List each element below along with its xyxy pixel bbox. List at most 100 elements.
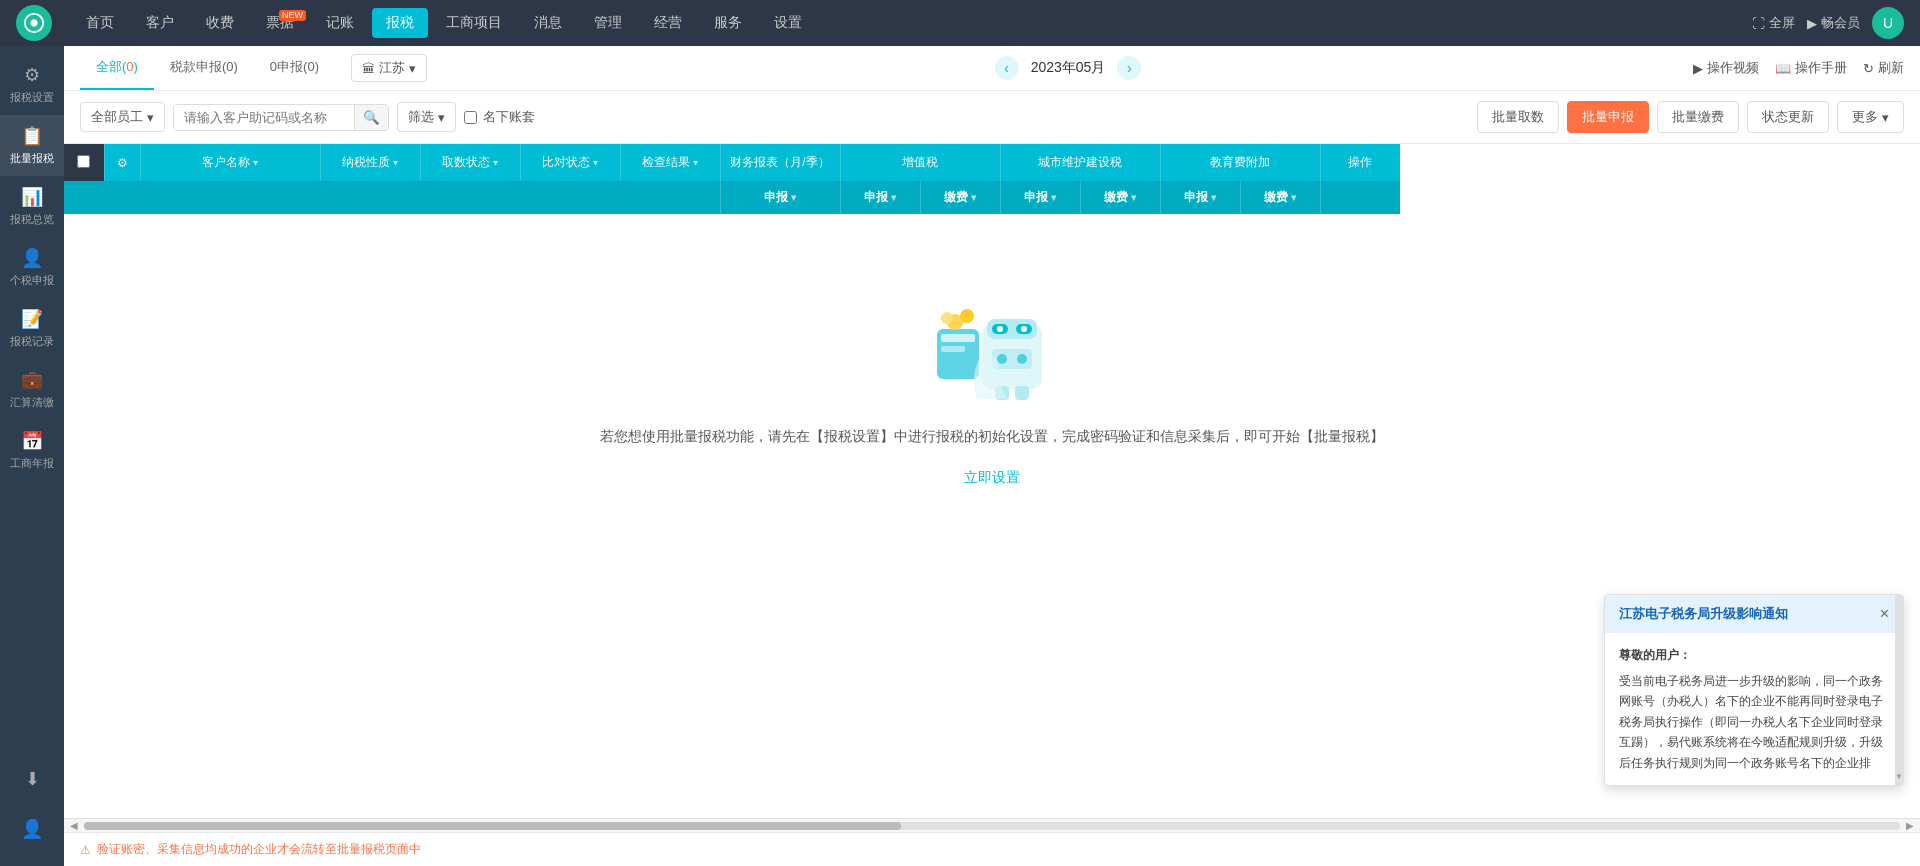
tax-records-icon: 📝	[21, 308, 43, 330]
sidebar-item-tax-records[interactable]: 📝 报税记录	[0, 298, 64, 359]
robot-svg	[927, 274, 1057, 404]
toolbar: 全部员工 ▾ 🔍 筛选 ▾ 名下账套 批量取数 批量申报 批量缴费 状态更新 更…	[64, 91, 1920, 144]
city-pay-sub[interactable]: 缴费 ▾	[1080, 181, 1160, 214]
chevron-down-icon: ▾	[438, 110, 445, 125]
filter-button[interactable]: 筛选 ▾	[397, 102, 456, 132]
scroll-left-button[interactable]: ◀	[68, 820, 80, 831]
scroll-track[interactable]	[84, 822, 1900, 830]
nav-invoice[interactable]: 票据 NEW	[252, 8, 308, 38]
vat-declare-sub[interactable]: 申报 ▾	[840, 181, 920, 214]
employee-filter[interactable]: 全部员工 ▾	[80, 102, 165, 132]
batch-pay-button[interactable]: 批量缴费	[1657, 101, 1739, 133]
nav-settings[interactable]: 设置	[760, 8, 816, 38]
chevron-down-icon: ▾	[147, 110, 154, 125]
nav-client[interactable]: 客户	[132, 8, 188, 38]
edu-pay-sub[interactable]: 缴费 ▾	[1240, 181, 1320, 214]
checkbox-col[interactable]	[64, 144, 104, 181]
sort-icon: ▾	[253, 157, 258, 168]
tab-tax-declare[interactable]: 税款申报(0)	[154, 46, 254, 90]
status-update-button[interactable]: 状态更新	[1747, 101, 1829, 133]
search-button[interactable]: 🔍	[354, 105, 388, 130]
sort-icon: ▾	[791, 192, 796, 203]
operation-manual-link[interactable]: 📖 操作手册	[1775, 59, 1847, 77]
scroll-right-button[interactable]: ▶	[1904, 820, 1916, 831]
bottom-bar: ⚠ 验证账密、采集信息均成功的企业才会流转至批量报税页面中	[64, 832, 1920, 866]
sidebar-bottom: ⬇ 👤	[17, 758, 47, 866]
nav-home[interactable]: 首页	[72, 8, 128, 38]
top-nav-right: ⛶ 全屏 ▶ 畅会员 U	[1752, 7, 1904, 39]
operation-video-link[interactable]: ▶ 操作视频	[1693, 59, 1759, 77]
svg-rect-2	[941, 346, 965, 352]
personal-tax-icon: 👤	[21, 247, 43, 269]
compare-status-header[interactable]: 比对状态 ▾	[520, 144, 620, 181]
nav-service[interactable]: 服务	[700, 8, 756, 38]
horizontal-scrollbar[interactable]: ◀ ▶	[64, 818, 1920, 832]
sidebar-profile[interactable]: 👤	[17, 808, 47, 850]
notif-scroll-bar[interactable]: ▼	[1895, 595, 1903, 785]
notification-greeting: 尊敬的用户：	[1619, 645, 1889, 665]
nav-bookkeeping[interactable]: 记账	[312, 8, 368, 38]
empty-state-text: 若您想使用批量报税功能，请先在【报税设置】中进行报税的初始化设置，完成密码验证和…	[600, 424, 1384, 449]
notification-close-button[interactable]: ×	[1880, 606, 1889, 622]
svg-rect-16	[1015, 386, 1029, 400]
sort-icon: ▾	[693, 157, 698, 168]
fullscreen-button[interactable]: ⛶ 全屏	[1752, 14, 1795, 32]
sidebar-item-personal-tax[interactable]: 👤 个税申报	[0, 237, 64, 298]
scroll-down-icon: ▼	[1895, 772, 1903, 781]
nav-fee[interactable]: 收费	[192, 8, 248, 38]
search-wrap: 🔍	[173, 104, 389, 131]
sidebar-item-batch-tax[interactable]: 📋 批量报税	[0, 115, 64, 176]
select-all-checkbox[interactable]	[77, 155, 90, 168]
financial-declare-sub[interactable]: 申报 ▾	[720, 181, 840, 214]
scroll-thumb[interactable]	[84, 822, 901, 830]
notification-text: 受当前电子税务局进一步升级的影响，同一个政务网账号（办税人）名下的企业不能再同时…	[1619, 671, 1889, 773]
member-icon: ▶	[1807, 16, 1817, 31]
setup-link[interactable]: 立即设置	[964, 469, 1020, 487]
batch-declare-button[interactable]: 批量申报	[1567, 101, 1649, 133]
settings-col[interactable]: ⚙	[104, 144, 140, 181]
nav-manage[interactable]: 管理	[580, 8, 636, 38]
sidebar-item-tax-overview[interactable]: 📊 报税总览	[0, 176, 64, 237]
tab-all[interactable]: 全部(0)	[80, 46, 154, 90]
tab-zero-declare[interactable]: 0申报(0)	[254, 46, 335, 90]
city-declare-sub[interactable]: 申报 ▾	[1000, 181, 1080, 214]
tax-overview-icon: 📊	[21, 186, 43, 208]
bottom-bar-text: 验证账密、采集信息均成功的企业才会流转至批量报税页面中	[97, 841, 421, 858]
svg-point-14	[1017, 354, 1027, 364]
next-month-button[interactable]: ›	[1117, 56, 1141, 80]
nav-business[interactable]: 工商项目	[432, 8, 516, 38]
user-avatar[interactable]: U	[1872, 7, 1904, 39]
edu-declare-sub[interactable]: 申报 ▾	[1160, 181, 1240, 214]
table-header-row-1: ⚙ 客户名称 ▾ 纳税性质 ▾ 取数状态 ▾ 比对状态	[64, 144, 1920, 181]
app-logo[interactable]	[16, 5, 52, 41]
fetch-status-header[interactable]: 取数状态 ▾	[420, 144, 520, 181]
account-checkbox-label[interactable]: 名下账套	[464, 108, 535, 126]
sidebar: ⚙ 报税设置 📋 批量报税 📊 报税总览 👤 个税申报 📝 报税记录 💼 汇算清…	[0, 46, 64, 866]
nav-items: 首页 客户 收费 票据 NEW 记账 报税 工商项目 消息 管理 经营 服务 设…	[72, 8, 1752, 38]
more-button[interactable]: 更多 ▾	[1837, 101, 1904, 133]
account-checkbox[interactable]	[464, 111, 477, 124]
sort-icon: ▾	[1051, 192, 1056, 203]
batch-tax-icon: 📋	[21, 125, 43, 147]
sort-icon: ▾	[891, 192, 896, 203]
search-input[interactable]	[174, 105, 354, 130]
vat-pay-sub[interactable]: 缴费 ▾	[920, 181, 1000, 214]
client-name-header[interactable]: 客户名称 ▾	[140, 144, 320, 181]
empty-state: 若您想使用批量报税功能，请先在【报税设置】中进行报税的初始化设置，完成密码验证和…	[64, 214, 1920, 547]
batch-fetch-button[interactable]: 批量取数	[1477, 101, 1559, 133]
nav-tax[interactable]: 报税	[372, 8, 428, 38]
province-selector[interactable]: 🏛 江苏 ▾	[351, 54, 427, 82]
sidebar-item-tax-settings[interactable]: ⚙ 报税设置	[0, 54, 64, 115]
nav-message[interactable]: 消息	[520, 8, 576, 38]
sort-icon: ▾	[1211, 192, 1216, 203]
check-result-header[interactable]: 检查结果 ▾	[620, 144, 720, 181]
refresh-button[interactable]: ↻ 刷新	[1863, 59, 1904, 77]
svg-rect-1	[941, 334, 975, 342]
sidebar-download[interactable]: ⬇	[17, 758, 47, 800]
member-button[interactable]: ▶ 畅会员	[1807, 14, 1860, 32]
tax-nature-header[interactable]: 纳税性质 ▾	[320, 144, 420, 181]
nav-operation[interactable]: 经营	[640, 8, 696, 38]
sidebar-item-annual-report[interactable]: 📅 工商年报	[0, 420, 64, 481]
sidebar-item-annual-settlement[interactable]: 💼 汇算清缴	[0, 359, 64, 420]
prev-month-button[interactable]: ‹	[995, 56, 1019, 80]
